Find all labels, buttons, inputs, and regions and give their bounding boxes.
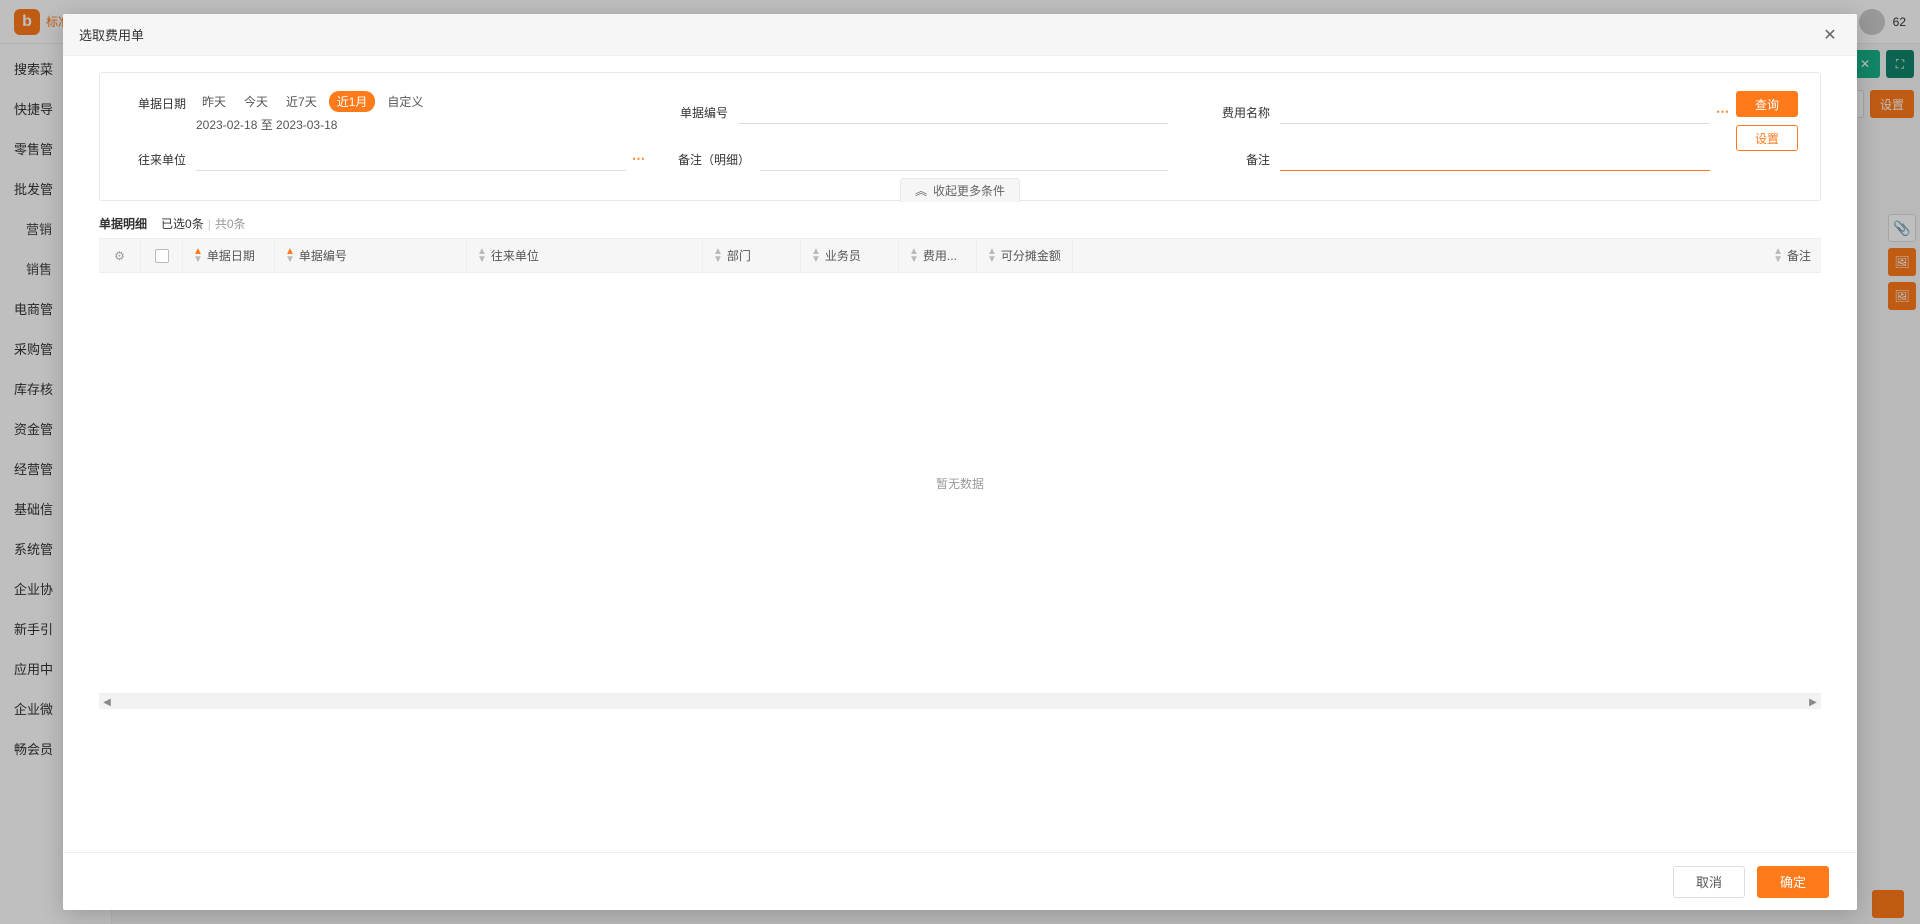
note-input[interactable]	[1280, 147, 1710, 171]
date-preset[interactable]: 近7天	[280, 91, 323, 112]
table-header-chk[interactable]	[141, 239, 183, 272]
expense-name-label: 费用名称	[1206, 100, 1280, 121]
doc-date-label: 单据日期	[122, 91, 196, 112]
date-preset[interactable]: 今天	[238, 91, 274, 112]
note-detail-label: 备注（明细）	[664, 147, 760, 168]
modal-overlay: 选取费用单 ✕ 查询 设置 单据日期 昨天今天近7天近1月自定义 2023-02…	[0, 0, 1920, 924]
scroll-left-button[interactable]: ◀	[99, 694, 115, 710]
selected-count: 已选0条	[161, 215, 204, 232]
party-input[interactable]	[196, 147, 626, 171]
total-count: 共0条	[215, 215, 246, 232]
sort-icon[interactable]	[193, 248, 203, 264]
select-expense-modal: 选取费用单 ✕ 查询 设置 单据日期 昨天今天近7天近1月自定义 2023-02…	[63, 14, 1857, 910]
table-header-dept[interactable]: 部门	[703, 239, 801, 272]
expense-name-more-icon[interactable]: ⋯	[1716, 104, 1730, 120]
sort-icon[interactable]	[909, 248, 919, 264]
doc-no-input[interactable]	[738, 100, 1168, 124]
chevron-up-icon	[915, 182, 927, 199]
cancel-button[interactable]: 取消	[1673, 866, 1745, 898]
sort-icon[interactable]	[713, 248, 723, 264]
table-header-date[interactable]: 单据日期	[183, 239, 275, 272]
sort-icon[interactable]	[987, 248, 997, 264]
gear-icon[interactable]	[114, 249, 125, 263]
table-header-clerk[interactable]: 业务员	[801, 239, 899, 272]
note-label: 备注	[1206, 147, 1280, 168]
select-all-checkbox[interactable]	[155, 249, 169, 263]
sort-icon[interactable]	[811, 248, 821, 264]
sort-icon[interactable]	[285, 248, 295, 264]
sort-icon[interactable]	[1773, 248, 1783, 264]
table-header-alloc[interactable]: 可分摊金额	[977, 239, 1073, 272]
separator: |	[208, 217, 211, 231]
confirm-button[interactable]: 确定	[1757, 866, 1829, 898]
query-button[interactable]: 查询	[1736, 91, 1798, 117]
table-header-note[interactable]: 备注	[1073, 239, 1821, 272]
note-detail-input[interactable]	[760, 147, 1168, 171]
date-preset[interactable]: 自定义	[381, 91, 429, 112]
table-header-gear[interactable]	[99, 239, 141, 272]
collapse-conditions-button[interactable]: 收起更多条件	[900, 178, 1020, 202]
settings-button[interactable]: 设置	[1736, 125, 1798, 151]
date-preset[interactable]: 近1月	[329, 91, 376, 112]
date-preset[interactable]: 昨天	[196, 91, 232, 112]
table-empty-text: 暂无数据	[99, 273, 1821, 693]
table-header-expense[interactable]: 费用...	[899, 239, 977, 272]
party-label: 往来单位	[122, 147, 196, 168]
sort-icon[interactable]	[477, 248, 487, 264]
party-more-icon[interactable]: ⋯	[632, 151, 646, 167]
scroll-right-button[interactable]: ▶	[1805, 694, 1821, 710]
table-header-no[interactable]: 单据编号	[275, 239, 467, 272]
section-title: 单据明细	[99, 215, 147, 232]
expense-name-input[interactable]	[1280, 100, 1710, 124]
modal-close-button[interactable]: ✕	[1819, 24, 1841, 46]
date-range-text: 2023-02-18 至 2023-03-18	[196, 116, 586, 133]
doc-no-label: 单据编号	[664, 100, 738, 121]
horizontal-scrollbar[interactable]: ◀ ▶	[99, 693, 1821, 709]
table-header-party[interactable]: 往来单位	[467, 239, 703, 272]
modal-title: 选取费用单	[79, 25, 144, 44]
